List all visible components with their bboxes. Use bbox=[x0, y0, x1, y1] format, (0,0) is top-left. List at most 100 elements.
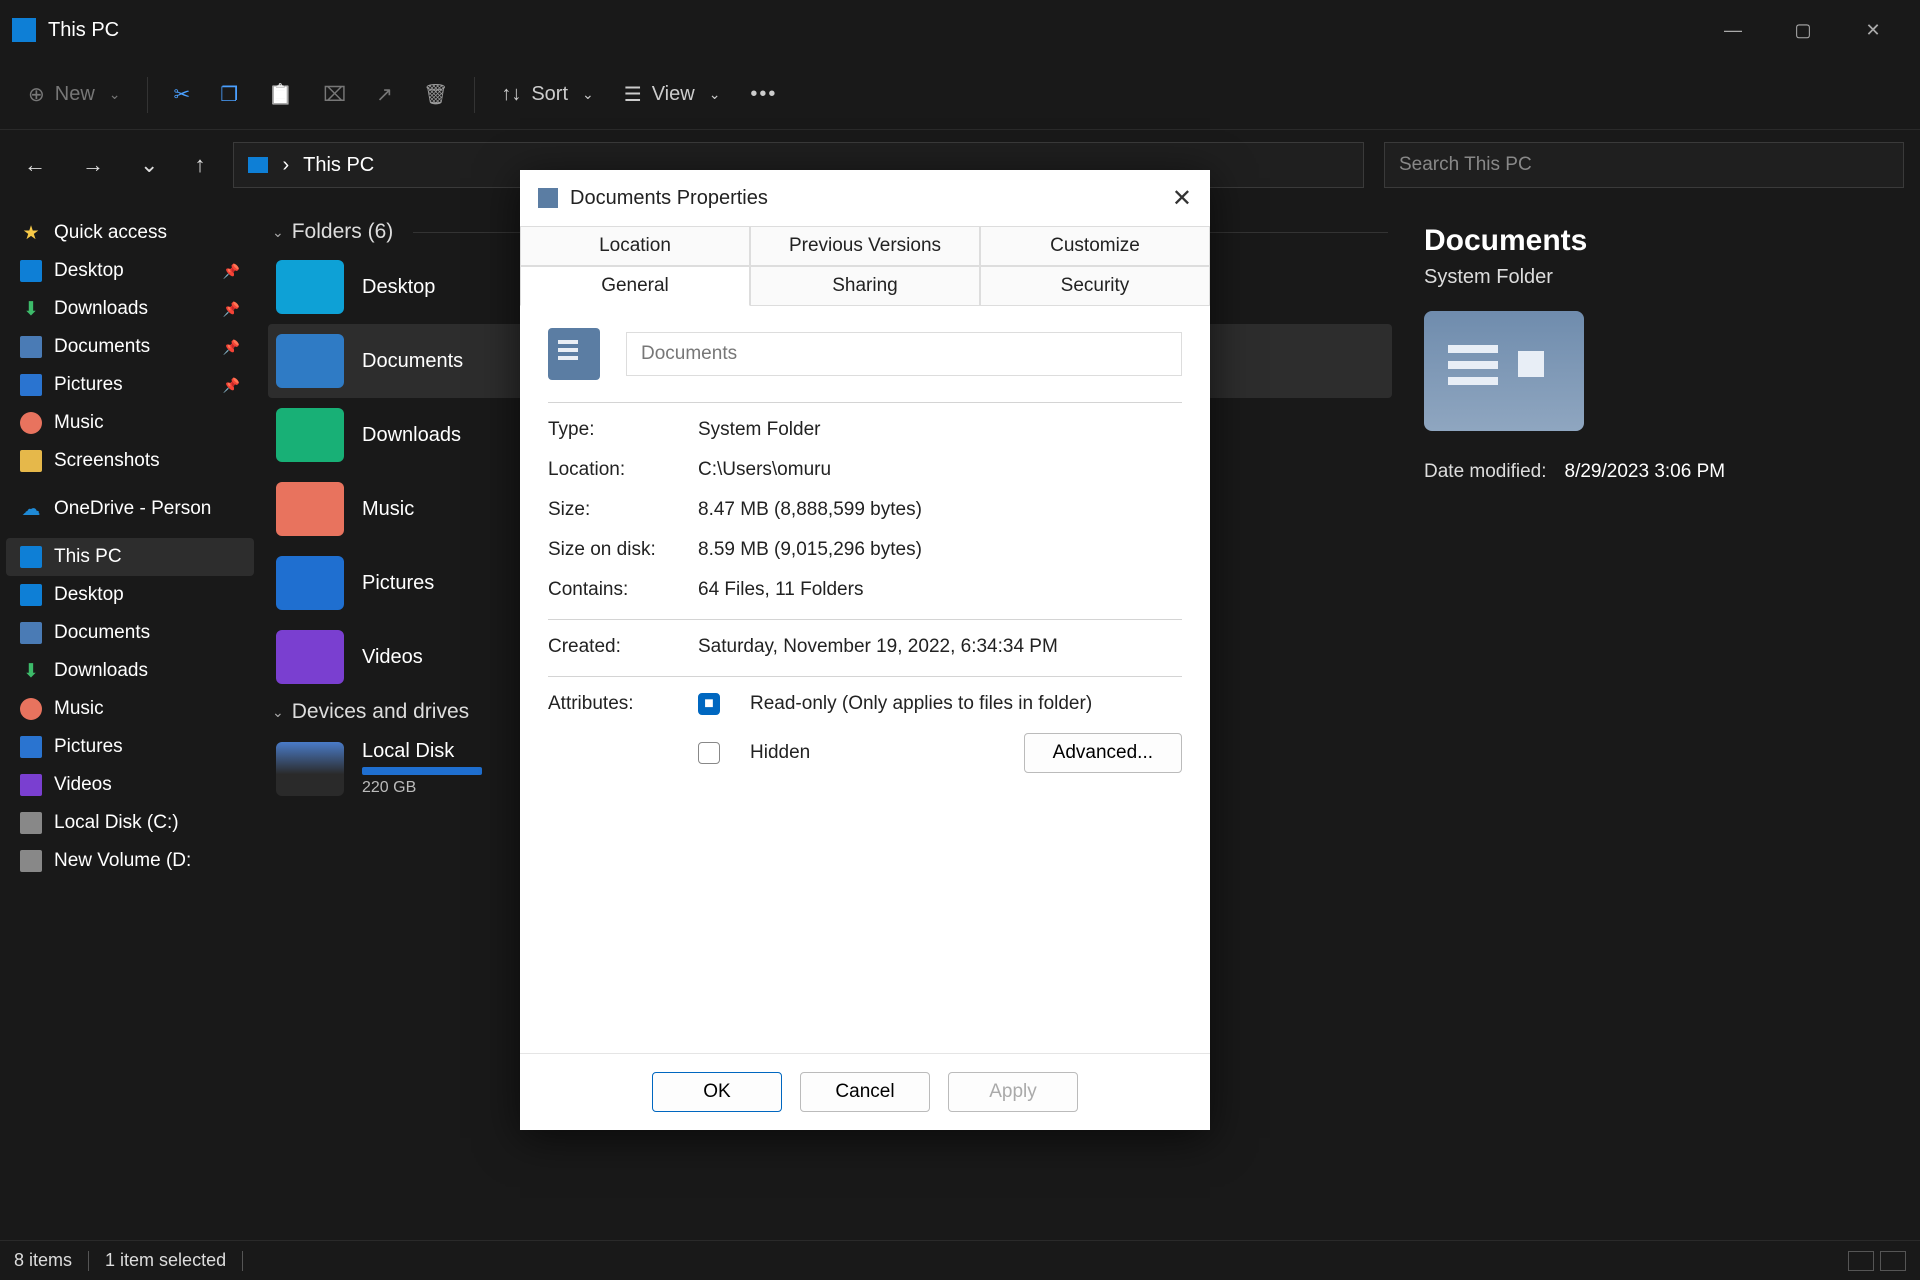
sidebar-this-pc[interactable]: This PC bbox=[6, 538, 254, 576]
folder-icon bbox=[276, 556, 344, 610]
type-label: Type: bbox=[548, 419, 678, 441]
cut-button[interactable] bbox=[164, 76, 201, 113]
up-button[interactable]: ↑ bbox=[186, 148, 213, 182]
view-tiles-button[interactable] bbox=[1880, 1251, 1906, 1271]
sidebar-item[interactable]: New Volume (D: bbox=[6, 842, 254, 880]
hidden-label: Hidden bbox=[750, 742, 810, 764]
folder-icon bbox=[276, 482, 344, 536]
view-button[interactable]: View⌄ bbox=[614, 76, 731, 113]
item-count: 8 items bbox=[14, 1250, 72, 1271]
sidebar-quick-access[interactable]: ★Quick access bbox=[6, 214, 254, 252]
folder-icon bbox=[276, 630, 344, 684]
minimize-button[interactable]: — bbox=[1718, 15, 1748, 45]
sidebar-item[interactable]: Videos bbox=[6, 766, 254, 804]
dialog-close-button[interactable]: ✕ bbox=[1172, 184, 1192, 213]
created-label: Created: bbox=[548, 636, 678, 658]
size-label: Size: bbox=[548, 499, 678, 521]
details-subtitle: System Folder bbox=[1424, 266, 1920, 289]
sidebar-item-desktop[interactable]: Desktop📌 bbox=[6, 252, 254, 290]
window-title: This PC bbox=[48, 19, 119, 42]
folder-icon bbox=[276, 408, 344, 462]
forward-button[interactable]: → bbox=[74, 148, 112, 182]
sidebar-item-screenshots[interactable]: Screenshots bbox=[6, 442, 254, 480]
folder-icon bbox=[276, 334, 344, 388]
advanced-button[interactable]: Advanced... bbox=[1024, 733, 1182, 773]
tab-customize[interactable]: Customize bbox=[980, 226, 1210, 266]
pin-icon: 📌 bbox=[223, 377, 240, 394]
view-details-button[interactable] bbox=[1848, 1251, 1874, 1271]
status-bar: 8 items 1 item selected bbox=[0, 1240, 1920, 1280]
ok-button[interactable]: OK bbox=[652, 1072, 782, 1112]
pin-icon: 📌 bbox=[223, 263, 240, 280]
drive-label: Local Disk bbox=[362, 740, 482, 763]
drive-sub: 220 GB bbox=[362, 779, 482, 797]
readonly-label: Read-only (Only applies to files in fold… bbox=[750, 693, 1092, 715]
maximize-button[interactable]: ▢ bbox=[1788, 15, 1818, 45]
sidebar-item[interactable]: ⬇Downloads bbox=[6, 652, 254, 690]
breadcrumb-separator: › bbox=[282, 154, 289, 177]
size-on-disk-label: Size on disk: bbox=[548, 539, 678, 561]
sidebar-item-documents[interactable]: Documents📌 bbox=[6, 328, 254, 366]
sidebar-item[interactable]: Documents bbox=[6, 614, 254, 652]
created-value: Saturday, November 19, 2022, 6:34:34 PM bbox=[698, 636, 1058, 658]
sort-button[interactable]: Sort⌄ bbox=[491, 77, 603, 112]
readonly-checkbox[interactable]: ■ bbox=[698, 693, 720, 715]
contains-value: 64 Files, 11 Folders bbox=[698, 579, 863, 601]
sidebar-item-pictures[interactable]: Pictures📌 bbox=[6, 366, 254, 404]
sidebar-item[interactable]: Local Disk (C:) bbox=[6, 804, 254, 842]
share-button[interactable] bbox=[366, 76, 403, 113]
breadcrumb[interactable]: This PC bbox=[303, 154, 374, 177]
sidebar-item[interactable]: Music bbox=[6, 690, 254, 728]
size-value: 8.47 MB (8,888,599 bytes) bbox=[698, 499, 922, 521]
separator bbox=[474, 77, 475, 113]
more-button[interactable] bbox=[740, 77, 787, 112]
folder-icon bbox=[548, 328, 600, 380]
rename-button[interactable] bbox=[313, 76, 356, 113]
folder-icon bbox=[276, 260, 344, 314]
back-button[interactable]: ← bbox=[16, 148, 54, 182]
folder-label: Music bbox=[362, 498, 414, 521]
delete-button[interactable] bbox=[413, 76, 458, 113]
dialog-tabs-row2: General Sharing Security bbox=[520, 266, 1210, 306]
sidebar-onedrive[interactable]: ☁OneDrive - Person bbox=[6, 490, 254, 528]
cancel-button[interactable]: Cancel bbox=[800, 1072, 930, 1112]
titlebar: This PC — ▢ ✕ bbox=[0, 0, 1920, 60]
selection-count: 1 item selected bbox=[105, 1250, 226, 1271]
pin-icon: 📌 bbox=[223, 301, 240, 318]
folder-label: Desktop bbox=[362, 276, 435, 299]
sidebar-item-downloads[interactable]: ⬇Downloads📌 bbox=[6, 290, 254, 328]
tab-location[interactable]: Location bbox=[520, 226, 750, 266]
documents-folder-icon bbox=[1424, 311, 1584, 431]
hidden-checkbox[interactable] bbox=[698, 742, 720, 764]
close-button[interactable]: ✕ bbox=[1858, 15, 1888, 45]
type-value: System Folder bbox=[698, 419, 820, 441]
folder-label: Videos bbox=[362, 646, 423, 669]
paste-button[interactable] bbox=[258, 76, 303, 113]
tab-previous-versions[interactable]: Previous Versions bbox=[750, 226, 980, 266]
sidebar: ★Quick access Desktop📌 ⬇Downloads📌 Docum… bbox=[0, 200, 260, 1240]
toolbar: New⌄ Sort⌄ View⌄ bbox=[0, 60, 1920, 130]
new-button[interactable]: New⌄ bbox=[18, 76, 131, 113]
tab-general[interactable]: General bbox=[520, 266, 750, 306]
pin-icon: 📌 bbox=[223, 339, 240, 356]
dialog-title: Documents Properties bbox=[570, 187, 768, 210]
apply-button[interactable]: Apply bbox=[948, 1072, 1078, 1112]
this-pc-icon bbox=[12, 18, 36, 42]
copy-button[interactable] bbox=[210, 76, 248, 113]
date-modified-label: Date modified: bbox=[1424, 461, 1547, 483]
properties-dialog: Documents Properties ✕ Location Previous… bbox=[520, 170, 1210, 1130]
details-pane: Documents System Folder Date modified: 8… bbox=[1400, 200, 1920, 1240]
dialog-icon bbox=[538, 188, 558, 208]
folder-name-input[interactable] bbox=[626, 332, 1182, 376]
recent-button[interactable]: ⌄ bbox=[132, 148, 166, 182]
tab-security[interactable]: Security bbox=[980, 266, 1210, 306]
search-input[interactable]: Search This PC bbox=[1384, 142, 1904, 188]
tab-sharing[interactable]: Sharing bbox=[750, 266, 980, 306]
sidebar-item[interactable]: Pictures bbox=[6, 728, 254, 766]
sidebar-item[interactable]: Desktop bbox=[6, 576, 254, 614]
drive-usage-bar bbox=[362, 767, 482, 775]
folder-label: Pictures bbox=[362, 572, 434, 595]
details-title: Documents bbox=[1424, 224, 1920, 258]
date-modified-value: 8/29/2023 3:06 PM bbox=[1565, 461, 1726, 483]
sidebar-item-music[interactable]: Music bbox=[6, 404, 254, 442]
